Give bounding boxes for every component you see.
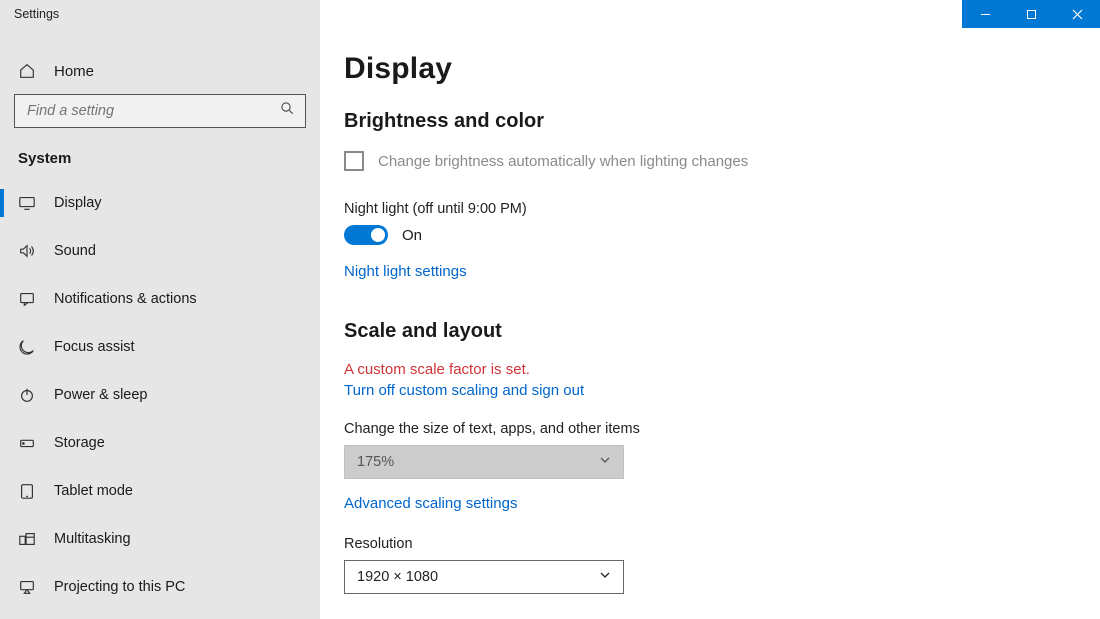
maximize-button[interactable]	[1008, 0, 1054, 28]
auto-brightness-label: Change brightness automatically when lig…	[378, 153, 748, 170]
search-box[interactable]	[14, 94, 306, 128]
resolution-label: Resolution	[344, 536, 1100, 552]
close-icon	[1072, 9, 1083, 20]
multitasking-icon	[18, 530, 36, 548]
home-icon	[18, 62, 36, 80]
sidebar-item-focus-assist[interactable]: Focus assist	[0, 323, 320, 371]
close-button[interactable]	[1054, 0, 1100, 28]
custom-scale-warning: A custom scale factor is set.	[344, 361, 1100, 378]
search-wrap	[0, 94, 320, 150]
sidebar-nav: Display Sound Notifications & actions	[0, 179, 320, 611]
sidebar-item-tablet-mode[interactable]: Tablet mode	[0, 467, 320, 515]
text-size-value: 175%	[357, 454, 394, 470]
night-light-state: On	[402, 227, 422, 244]
sidebar-item-label: Display	[54, 195, 102, 211]
chevron-down-icon	[599, 454, 611, 470]
sidebar-item-label: Projecting to this PC	[54, 579, 185, 595]
minimize-button[interactable]	[962, 0, 1008, 28]
auto-brightness-row[interactable]: Change brightness automatically when lig…	[344, 151, 1100, 171]
focus-assist-icon	[18, 338, 36, 356]
sidebar-item-display[interactable]: Display	[0, 179, 320, 227]
sidebar-item-power-sleep[interactable]: Power & sleep	[0, 371, 320, 419]
sidebar-item-storage[interactable]: Storage	[0, 419, 320, 467]
titlebar: Settings	[0, 0, 1100, 28]
checkbox-icon[interactable]	[344, 151, 364, 171]
sidebar-item-label: Tablet mode	[54, 483, 133, 499]
text-size-dropdown[interactable]: 175%	[344, 445, 624, 479]
resolution-dropdown[interactable]: 1920 × 1080	[344, 560, 624, 594]
sidebar-item-sound[interactable]: Sound	[0, 227, 320, 275]
sidebar-item-notifications[interactable]: Notifications & actions	[0, 275, 320, 323]
main-content: Display Brightness and color Change brig…	[320, 28, 1100, 619]
sound-icon	[18, 242, 36, 260]
projecting-icon	[18, 578, 36, 596]
window-body: Home System Display	[0, 28, 1100, 619]
search-icon	[280, 101, 295, 121]
night-light-label: Night light (off until 9:00 PM)	[344, 201, 1100, 217]
settings-window: Settings Home	[0, 0, 1100, 619]
resolution-value: 1920 × 1080	[357, 569, 438, 585]
sidebar-item-multitasking[interactable]: Multitasking	[0, 515, 320, 563]
window-controls	[962, 0, 1100, 28]
power-icon	[18, 386, 36, 404]
text-size-label: Change the size of text, apps, and other…	[344, 421, 1100, 437]
scale-heading: Scale and layout	[344, 320, 1100, 343]
brightness-heading: Brightness and color	[344, 110, 1100, 133]
sidebar-item-projecting[interactable]: Projecting to this PC	[0, 563, 320, 611]
notifications-icon	[18, 290, 36, 308]
home-label: Home	[54, 63, 94, 80]
sidebar: Home System Display	[0, 28, 320, 619]
sidebar-item-label: Notifications & actions	[54, 291, 197, 307]
window-title: Settings	[0, 0, 320, 28]
sidebar-item-label: Power & sleep	[54, 387, 148, 403]
toggle-knob-icon	[371, 228, 385, 242]
chevron-down-icon	[599, 569, 611, 585]
turn-off-custom-scaling-link[interactable]: Turn off custom scaling and sign out	[344, 382, 1100, 399]
tablet-icon	[18, 482, 36, 500]
search-input[interactable]	[25, 102, 280, 120]
minimize-icon	[980, 9, 991, 20]
night-light-toggle[interactable]	[344, 225, 388, 245]
titlebar-spacer	[320, 0, 962, 28]
page-title: Display	[344, 52, 1100, 86]
night-light-toggle-row: On	[344, 225, 1100, 245]
maximize-icon	[1026, 9, 1037, 20]
night-light-settings-link[interactable]: Night light settings	[344, 263, 1100, 280]
home-link[interactable]: Home	[0, 56, 320, 94]
sidebar-section-header: System	[0, 150, 320, 179]
display-icon	[18, 194, 36, 212]
advanced-scaling-link[interactable]: Advanced scaling settings	[344, 495, 1100, 512]
sidebar-item-label: Storage	[54, 435, 105, 451]
sidebar-item-label: Multitasking	[54, 531, 131, 547]
sidebar-item-label: Focus assist	[54, 339, 135, 355]
sidebar-item-label: Sound	[54, 243, 96, 259]
storage-icon	[18, 434, 36, 452]
